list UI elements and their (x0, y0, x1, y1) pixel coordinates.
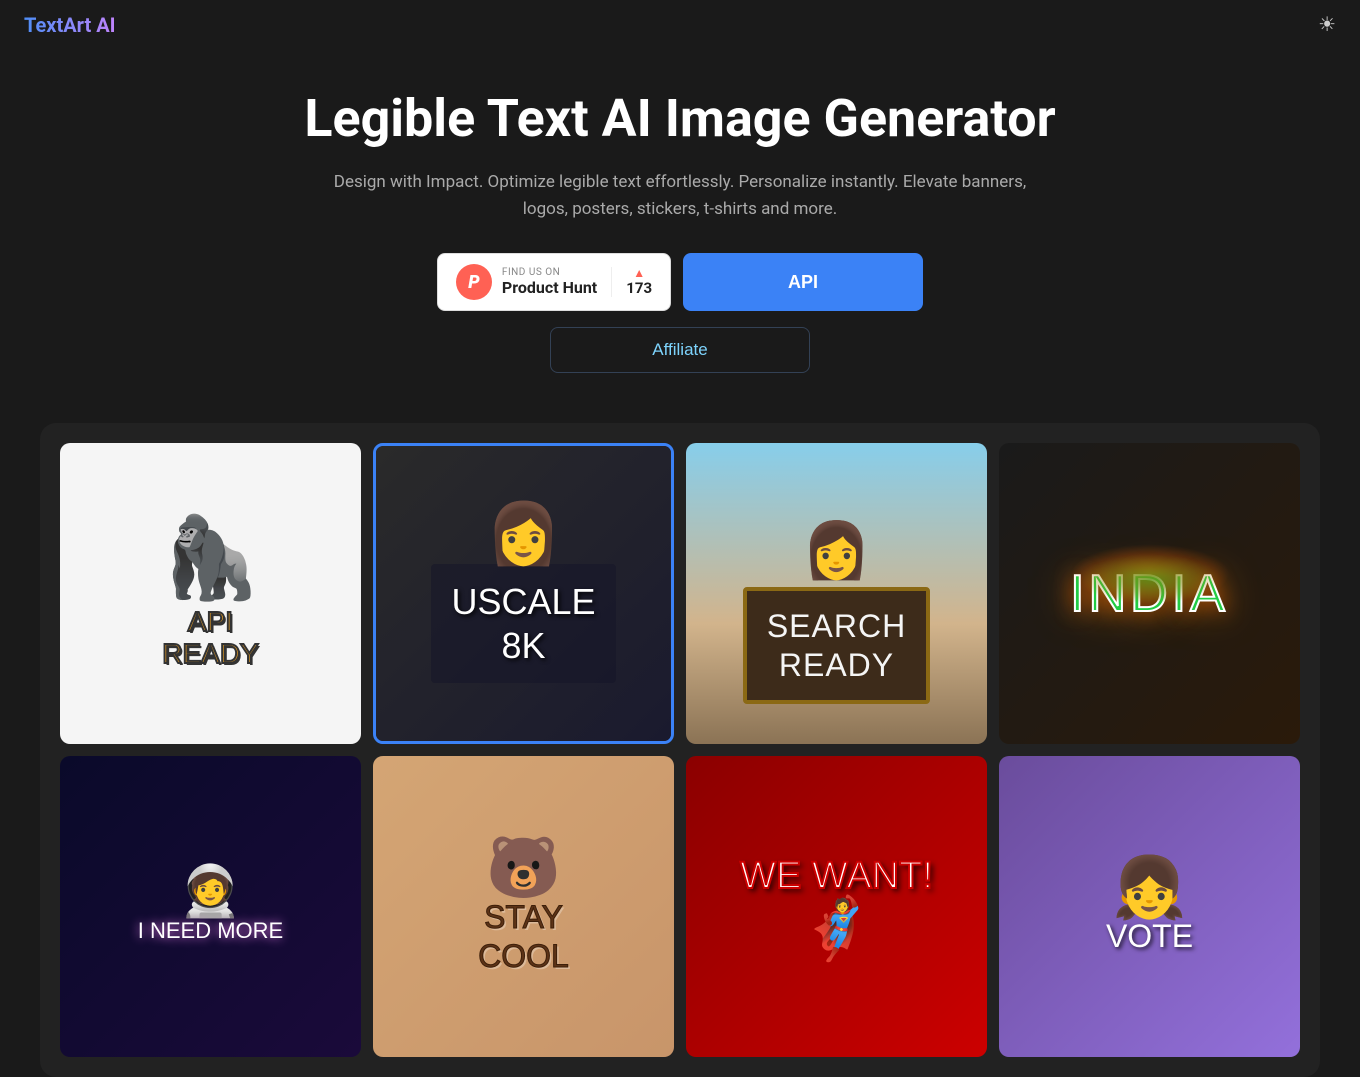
search-sign: SEARCHREADY (743, 587, 930, 704)
gallery-container: 🦍 APIREADY 👩 USCALE8K 👩 (20, 423, 1340, 1077)
gallery-inner: 🦍 APIREADY 👩 USCALE8K 👩 (40, 423, 1320, 1077)
deadpool-image: WE WANT! 🦸 (686, 756, 987, 1057)
gallery-grid: 🦍 APIREADY 👩 USCALE8K 👩 (60, 443, 1300, 1057)
india-image: INDIA (999, 443, 1300, 744)
hero-title: Legible Text AI Image Generator (20, 89, 1340, 149)
theme-toggle-button[interactable]: ☀ (1318, 12, 1336, 37)
gorilla-emoji: 🦍 (161, 518, 261, 598)
product-hunt-name: Product Hunt (502, 278, 597, 297)
uscale-image: 👩 USCALE8K (376, 446, 671, 741)
search-image: 👩 SEARCHREADY (686, 443, 987, 744)
header: TextArt AI ☀ (0, 0, 1360, 49)
cool-text: STAYCOOL (478, 898, 569, 975)
bear-image: 🐻 STAYCOOL (373, 756, 674, 1057)
gallery-item-uscale[interactable]: 👩 USCALE8K (373, 443, 674, 744)
product-hunt-votes: ▲ 173 (611, 267, 652, 297)
gallery-item-india[interactable]: INDIA (999, 443, 1300, 744)
hero-subtitle: Design with Impact. Optimize legible tex… (330, 169, 1030, 223)
search-text: SEARCHREADY (767, 607, 906, 684)
gallery-item-space[interactable]: 🧑‍🚀 I NEED MORE (60, 756, 361, 1057)
find-us-label: FIND US ON (502, 267, 597, 278)
vote-text: VOTE (1106, 918, 1193, 955)
space-image: 🧑‍🚀 I NEED MORE (60, 756, 361, 1057)
deadpool-text: WE WANT! (740, 854, 933, 900)
affiliate-row: Affiliate (20, 327, 1340, 373)
gallery-item-gorilla[interactable]: 🦍 APIREADY (60, 443, 361, 744)
gorilla-text: APIREADY (162, 606, 258, 670)
space-text: I NEED MORE (138, 917, 283, 946)
cta-row: P FIND US ON Product Hunt ▲ 173 API (20, 253, 1340, 311)
uscale-text: USCALE8K (431, 564, 615, 682)
product-hunt-button[interactable]: P FIND US ON Product Hunt ▲ 173 (437, 253, 671, 311)
upvote-arrow-icon: ▲ (633, 267, 645, 279)
gallery-item-bear[interactable]: 🐻 STAYCOOL (373, 756, 674, 1057)
gorilla-image: 🦍 APIREADY (60, 443, 361, 744)
hero-section: Legible Text AI Image Generator Design w… (0, 49, 1360, 423)
api-button[interactable]: API (683, 253, 923, 311)
logo[interactable]: TextArt AI (24, 13, 116, 37)
blonde-image: 👧 VOTE (999, 756, 1300, 1057)
gallery-item-deadpool[interactable]: WE WANT! 🦸 (686, 756, 987, 1057)
affiliate-button[interactable]: Affiliate (550, 327, 810, 373)
vote-count: 173 (626, 279, 652, 297)
product-hunt-text: FIND US ON Product Hunt (502, 267, 597, 297)
product-hunt-icon: P (456, 264, 492, 300)
gallery-item-blonde[interactable]: 👧 VOTE (999, 756, 1300, 1057)
gallery-item-search[interactable]: 👩 SEARCHREADY (686, 443, 987, 744)
